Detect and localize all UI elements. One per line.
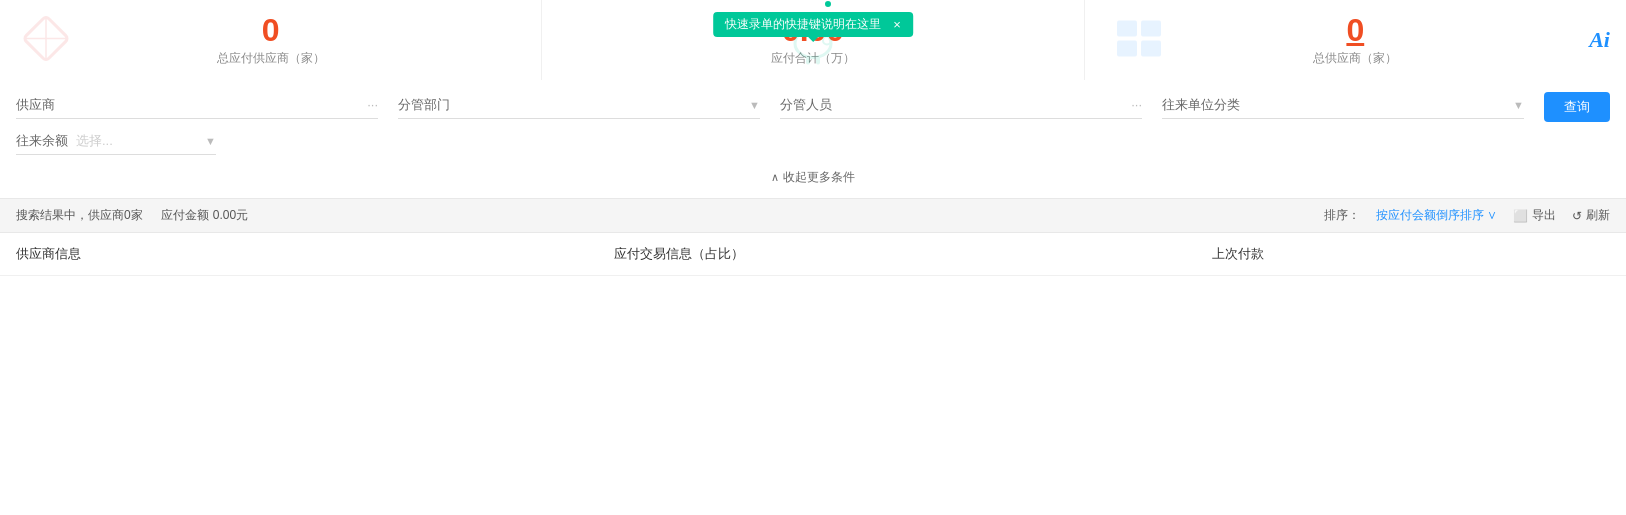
balance-label: 往来余额 bbox=[16, 132, 68, 150]
stat-total-suppliers: 0 总供应商（家） Ai bbox=[1085, 0, 1626, 80]
payable-amount-label: 应付金额 0.00元 bbox=[161, 208, 248, 222]
svg-rect-9 bbox=[1141, 21, 1161, 37]
person-filter: 分管人员 ··· bbox=[780, 96, 1142, 119]
supplier-input[interactable] bbox=[72, 97, 367, 112]
export-label: 导出 bbox=[1532, 207, 1556, 224]
table-container: 供应商信息 应付交易信息（占比） 上次付款 bbox=[0, 233, 1626, 515]
diamond-bg-icon bbox=[20, 13, 72, 68]
export-button[interactable]: ⬜ 导出 bbox=[1513, 207, 1556, 224]
stat1-label: 总应付供应商（家） bbox=[217, 50, 325, 67]
stat3-number: 0 bbox=[1346, 13, 1364, 48]
sort-value-text: 按应付会额倒序排序 bbox=[1376, 208, 1484, 222]
unit-category-arrow[interactable]: ▼ bbox=[1513, 99, 1524, 111]
ai-badge: Ai bbox=[1589, 27, 1610, 53]
collapse-label: 收起更多条件 bbox=[783, 169, 855, 186]
supplier-label: 供应商 bbox=[16, 96, 64, 114]
table-col1-header: 供应商信息 bbox=[16, 245, 614, 263]
collapse-chevron-icon: ∧ bbox=[771, 171, 779, 184]
balance-arrow[interactable]: ▼ bbox=[205, 135, 216, 147]
collapse-button[interactable]: ∧ 收起更多条件 bbox=[771, 169, 855, 186]
stat2-label: 应付合计（万） bbox=[771, 50, 855, 67]
result-separator bbox=[146, 208, 158, 222]
person-more-icon[interactable]: ··· bbox=[1131, 97, 1142, 112]
collapse-row: ∧ 收起更多条件 bbox=[16, 165, 1610, 194]
refresh-icon: ↺ bbox=[1572, 209, 1582, 223]
table-header: 供应商信息 应付交易信息（占比） 上次付款 bbox=[0, 233, 1626, 276]
supplier-more-icon[interactable]: ··· bbox=[367, 97, 378, 112]
svg-rect-8 bbox=[1117, 21, 1137, 37]
export-icon: ⬜ bbox=[1513, 209, 1528, 223]
department-filter: 分管部门 ▼ bbox=[398, 96, 760, 119]
filter-row-1: 供应商 ··· 分管部门 ▼ 分管人员 ··· 往来单位分类 ▼ 查询 bbox=[16, 92, 1610, 122]
stat3-label: 总供应商（家） bbox=[1313, 50, 1397, 67]
balance-value: 选择... bbox=[76, 132, 205, 150]
stat-total-payable-amount: 快速录单的快捷键说明在这里 × 0.00 应付合计（万） bbox=[542, 0, 1084, 80]
search-button[interactable]: 查询 bbox=[1544, 92, 1610, 122]
table-col2-header: 应付交易信息（占比） bbox=[614, 245, 1212, 263]
balance-filter: 往来余额 选择... ▼ bbox=[16, 132, 216, 155]
department-label: 分管部门 bbox=[398, 96, 450, 114]
filter-row-2: 往来余额 选择... ▼ bbox=[16, 132, 1610, 155]
stat-total-payable-suppliers: 0 总应付供应商（家） bbox=[0, 0, 542, 80]
search-result-label: 搜索结果中，供应商0家 bbox=[16, 208, 143, 222]
result-actions: 排序： 按应付会额倒序排序 ∨ ⬜ 导出 ↺ 刷新 bbox=[1324, 207, 1610, 224]
table-col3-header: 上次付款 bbox=[1212, 245, 1611, 263]
stats-container: 0 总应付供应商（家） 快速录单的快捷键说明在这里 × 0.00 应付合 bbox=[0, 0, 1626, 80]
grid-bg-icon bbox=[1115, 19, 1165, 62]
filter-section: 供应商 ··· 分管部门 ▼ 分管人员 ··· 往来单位分类 ▼ 查询 往来余额… bbox=[0, 80, 1626, 199]
svg-rect-11 bbox=[1141, 41, 1161, 57]
refresh-label: 刷新 bbox=[1586, 207, 1610, 224]
unit-category-filter: 往来单位分类 ▼ bbox=[1162, 96, 1524, 119]
sort-label: 排序： bbox=[1324, 207, 1360, 224]
sort-value[interactable]: 按应付会额倒序排序 ∨ bbox=[1376, 207, 1497, 224]
person-label: 分管人员 bbox=[780, 96, 832, 114]
unit-category-label: 往来单位分类 bbox=[1162, 96, 1240, 114]
stat3-inner: 0 总供应商（家） bbox=[1313, 13, 1397, 67]
table-body bbox=[0, 276, 1626, 515]
tooltip-text: 快速录单的快捷键说明在这里 bbox=[725, 16, 881, 33]
tooltip-close-btn[interactable]: × bbox=[893, 17, 901, 32]
result-info: 搜索结果中，供应商0家 应付金额 0.00元 bbox=[16, 207, 248, 224]
result-bar: 搜索结果中，供应商0家 应付金额 0.00元 排序： 按应付会额倒序排序 ∨ ⬜… bbox=[0, 199, 1626, 233]
person-input[interactable] bbox=[840, 97, 1131, 112]
department-arrow[interactable]: ▼ bbox=[749, 99, 760, 111]
supplier-filter: 供应商 ··· bbox=[16, 96, 378, 119]
tooltip-bar: 快速录单的快捷键说明在这里 × bbox=[713, 12, 913, 37]
svg-rect-10 bbox=[1117, 41, 1137, 57]
refresh-button[interactable]: ↺ 刷新 bbox=[1572, 207, 1610, 224]
tooltip-dot bbox=[823, 0, 833, 9]
stat1-number: 0 bbox=[262, 13, 280, 48]
stat1-inner: 0 总应付供应商（家） bbox=[217, 13, 325, 67]
sort-arrow-icon: ∨ bbox=[1487, 208, 1497, 222]
